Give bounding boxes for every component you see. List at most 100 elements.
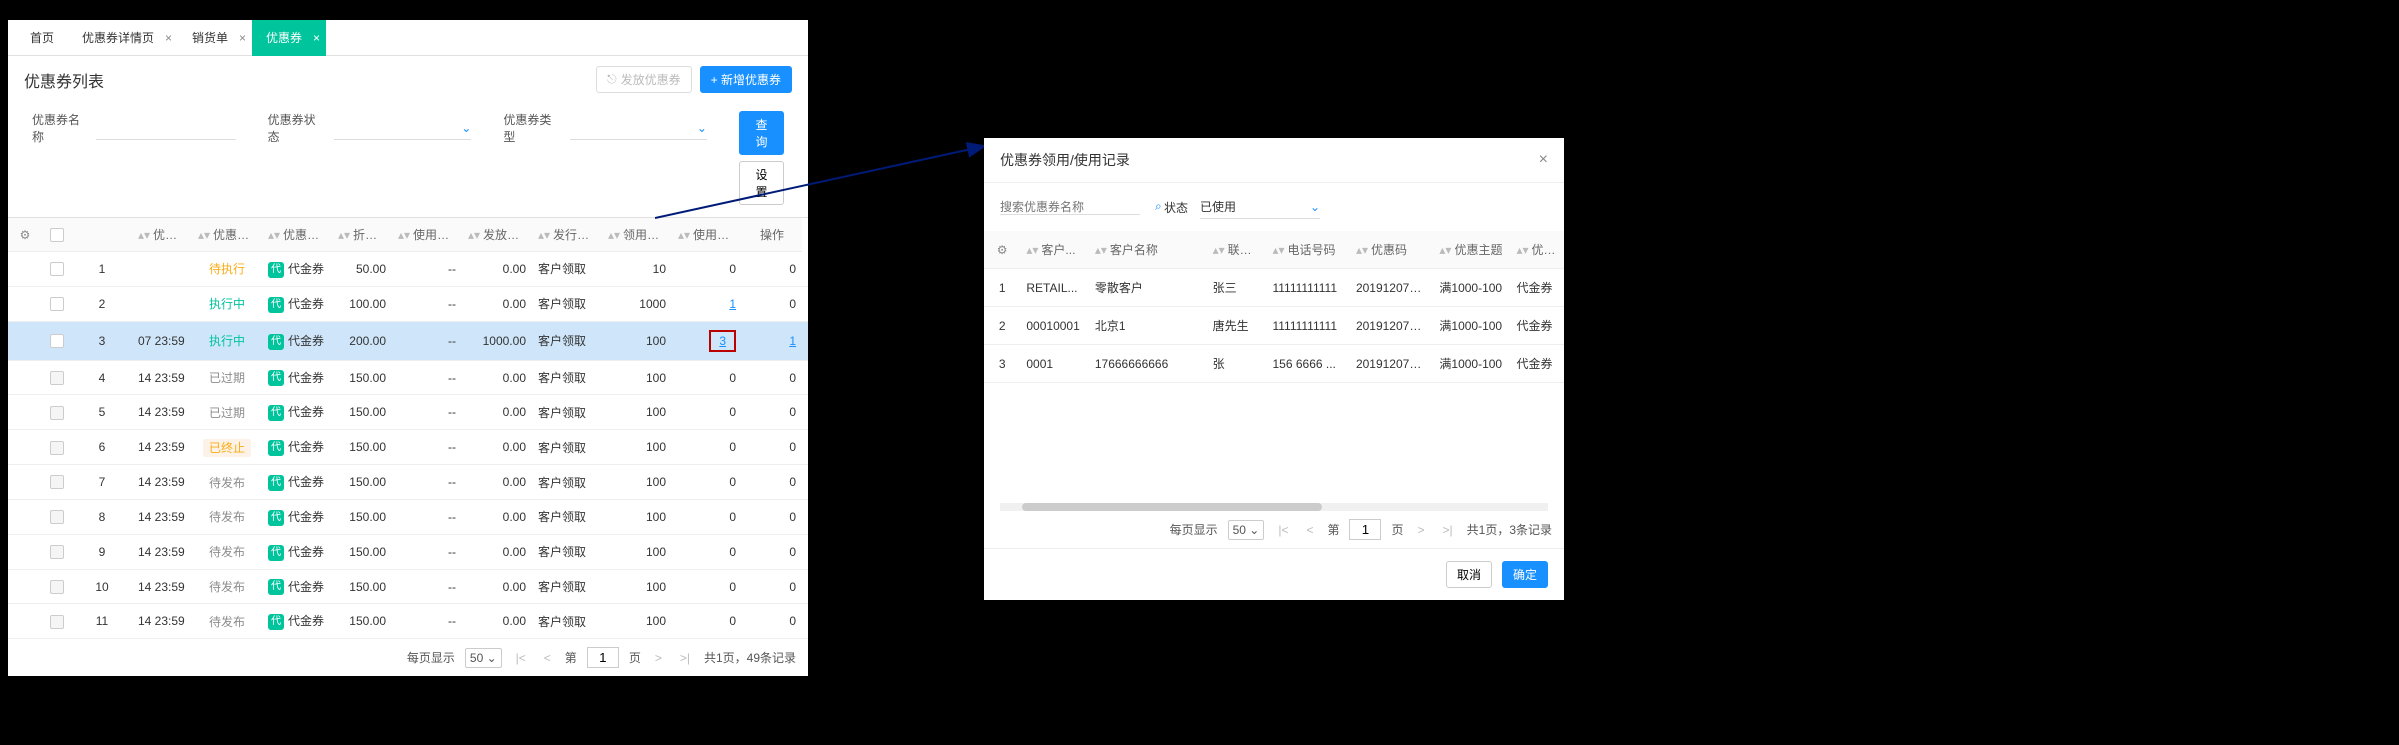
settings-button[interactable]: 设置 (739, 161, 784, 205)
claim-count-link[interactable]: 1 (729, 297, 736, 311)
col-method[interactable]: ▴▾发放方式 (462, 218, 532, 252)
row-checkbox[interactable] (50, 334, 64, 348)
col-type[interactable]: ▴▾优惠券类型 (192, 218, 262, 252)
row-checkbox[interactable] (50, 297, 64, 311)
tab-detail[interactable]: 优惠券详情页 × (68, 20, 178, 56)
table-row[interactable]: 1 RETAIL... 零散客户 张三 11111111111 20191207… (984, 269, 1564, 307)
threshold-value: 0.00 (462, 252, 532, 287)
col-use[interactable]: ▴▾使用数量 (672, 218, 742, 252)
next-page-button[interactable]: > (651, 651, 666, 665)
table-row[interactable]: 8 14 23:59 待发布 代代金券 150.00 -- 0.00 客户领取 … (8, 499, 808, 534)
table-row[interactable]: 4 14 23:59 已过期 代代金券 150.00 -- 0.00 客户领取 … (8, 360, 808, 395)
sort-icon: ▴▾ (268, 233, 280, 238)
table-row[interactable]: 2 执行中 代代金券 100.00 -- 0.00 客户领取 1000 1 0 … (8, 286, 808, 321)
chevron-down-icon: ⌄ (697, 121, 707, 135)
col-contact[interactable]: ▴▾联系人 (1207, 231, 1267, 269)
col-coupon-type[interactable]: ▴▾优惠券类... (1510, 231, 1564, 269)
issue-qty: 10 (602, 252, 672, 287)
col-threshold[interactable]: ▴▾使用门槛... (392, 218, 462, 252)
table-row[interactable]: 2 00010001 北京1 唐先生 11111111111 20191207O… (984, 307, 1564, 345)
col-face[interactable]: ▴▾优惠券面值 (262, 218, 332, 252)
select-all-checkbox[interactable] (50, 228, 64, 242)
col-coupon-code[interactable]: ▴▾优惠码 (1350, 231, 1433, 269)
method-value: 客户领取 (532, 534, 602, 569)
col-topic[interactable]: ▴▾优惠主题 (1433, 231, 1510, 269)
table-row[interactable]: 1 待执行 代代金券 50.00 -- 0.00 客户领取 10 0 0 ⇱ ⊞ (8, 252, 808, 287)
gear-icon[interactable]: ⚙ (20, 228, 31, 242)
coupon-name-input[interactable] (96, 116, 236, 140)
col-customer-code[interactable]: ▴▾客户... (1020, 231, 1088, 269)
coupon-status-select[interactable]: ⌄ (334, 116, 471, 140)
issue-qty: 1000 (602, 286, 672, 321)
close-icon[interactable]: × (313, 20, 320, 56)
row-index: 3 (984, 345, 1020, 383)
first-page-button[interactable]: |< (512, 651, 530, 665)
use-qty: 0 (742, 286, 802, 321)
type-tag-icon: 代 (268, 510, 284, 526)
row-checkbox[interactable] (50, 510, 64, 524)
filter-label: 优惠券类型 (503, 111, 562, 145)
per-page-select[interactable]: 50 ⌄ (465, 648, 502, 668)
row-checkbox[interactable] (50, 475, 64, 489)
table-row[interactable]: 3 07 23:59 执行中 代代金券 200.00 -- 1000.00 客户… (8, 321, 808, 360)
table-header-row: ⚙ ▴▾优惠券状态 ▴▾优惠券类型 ▴▾优惠券面值 ▴▾折扣% ▴▾使用门槛..… (8, 218, 808, 252)
next-page-button[interactable]: > (1414, 523, 1429, 537)
cancel-button[interactable]: 取消 (1446, 561, 1492, 588)
table-row[interactable]: 9 14 23:59 待发布 代代金券 150.00 -- 0.00 客户领取 … (8, 534, 808, 569)
search-icon[interactable]: ⌕ (1155, 199, 1162, 214)
issue-coupon-button[interactable]: ⎋ 发放优惠券 (596, 66, 692, 93)
filter-status: 优惠券状态 ⌄ (268, 111, 472, 145)
table-row[interactable]: 11 14 23:59 待发布 代代金券 150.00 -- 0.00 客户领取… (8, 604, 808, 639)
sort-icon: ▴▾ (1516, 248, 1528, 253)
row-checkbox[interactable] (50, 545, 64, 559)
tab-coupon[interactable]: 优惠券 × (252, 20, 326, 56)
row-checkbox[interactable] (50, 262, 64, 276)
state-select[interactable]: 已使用 ⌄ (1200, 195, 1320, 219)
close-icon[interactable]: × (1539, 151, 1548, 169)
page-input[interactable] (1349, 519, 1381, 540)
issue-qty: 100 (602, 604, 672, 639)
row-time: 14 23:59 (132, 360, 192, 395)
gear-icon[interactable]: ⚙ (997, 243, 1008, 257)
row-checkbox[interactable] (50, 615, 64, 629)
tab-sales[interactable]: 销货单 × (178, 20, 252, 56)
query-button[interactable]: 查询 (739, 111, 784, 155)
search-input[interactable] (1000, 200, 1155, 214)
col-issue[interactable]: ▴▾发行数量 (532, 218, 602, 252)
row-checkbox[interactable] (50, 580, 64, 594)
horizontal-scrollbar[interactable] (1000, 503, 1548, 511)
ok-button[interactable]: 确定 (1502, 561, 1548, 588)
close-icon[interactable]: × (239, 20, 246, 56)
close-icon[interactable]: × (165, 20, 172, 56)
table-row[interactable]: 7 14 23:59 待发布 代代金券 150.00 -- 0.00 客户领取 … (8, 465, 808, 500)
page-suffix: 页 (629, 649, 641, 666)
add-coupon-button[interactable]: + 新增优惠券 (700, 66, 792, 93)
method-value: 客户领取 (532, 499, 602, 534)
table-row[interactable]: 3 0001 17666666666 张 156 6666 ... 201912… (984, 345, 1564, 383)
per-page-select[interactable]: 50 ⌄ (1228, 520, 1265, 540)
page-input[interactable] (587, 647, 619, 668)
prev-page-button[interactable]: < (540, 651, 555, 665)
row-checkbox[interactable] (50, 371, 64, 385)
last-page-button[interactable]: >| (1439, 523, 1457, 537)
type-tag-icon: 代 (268, 579, 284, 595)
col-status[interactable]: ▴▾优惠券状态 (132, 218, 192, 252)
prev-page-button[interactable]: < (1302, 523, 1317, 537)
table-row[interactable]: 5 14 23:59 已过期 代代金券 150.00 -- 0.00 客户领取 … (8, 395, 808, 430)
row-checkbox[interactable] (50, 441, 64, 455)
last-page-button[interactable]: >| (676, 651, 694, 665)
first-page-button[interactable]: |< (1274, 523, 1292, 537)
row-time: 14 23:59 (132, 534, 192, 569)
col-phone[interactable]: ▴▾电话号码 (1266, 231, 1349, 269)
claim-count-link[interactable]: 3 (719, 334, 726, 348)
col-discount[interactable]: ▴▾折扣% (332, 218, 392, 252)
row-checkbox[interactable] (50, 406, 64, 420)
col-claim[interactable]: ▴▾领用数量 (602, 218, 672, 252)
method-value: 客户领取 (532, 569, 602, 604)
use-count-link[interactable]: 1 (789, 334, 796, 348)
coupon-type-select[interactable]: ⌄ (570, 116, 707, 140)
table-row[interactable]: 6 14 23:59 已终止 代代金券 150.00 -- 0.00 客户领取 … (8, 430, 808, 465)
tab-home[interactable]: 首页 (16, 20, 68, 56)
col-customer-name[interactable]: ▴▾客户名称 (1089, 231, 1207, 269)
table-row[interactable]: 10 14 23:59 待发布 代代金券 150.00 -- 0.00 客户领取… (8, 569, 808, 604)
